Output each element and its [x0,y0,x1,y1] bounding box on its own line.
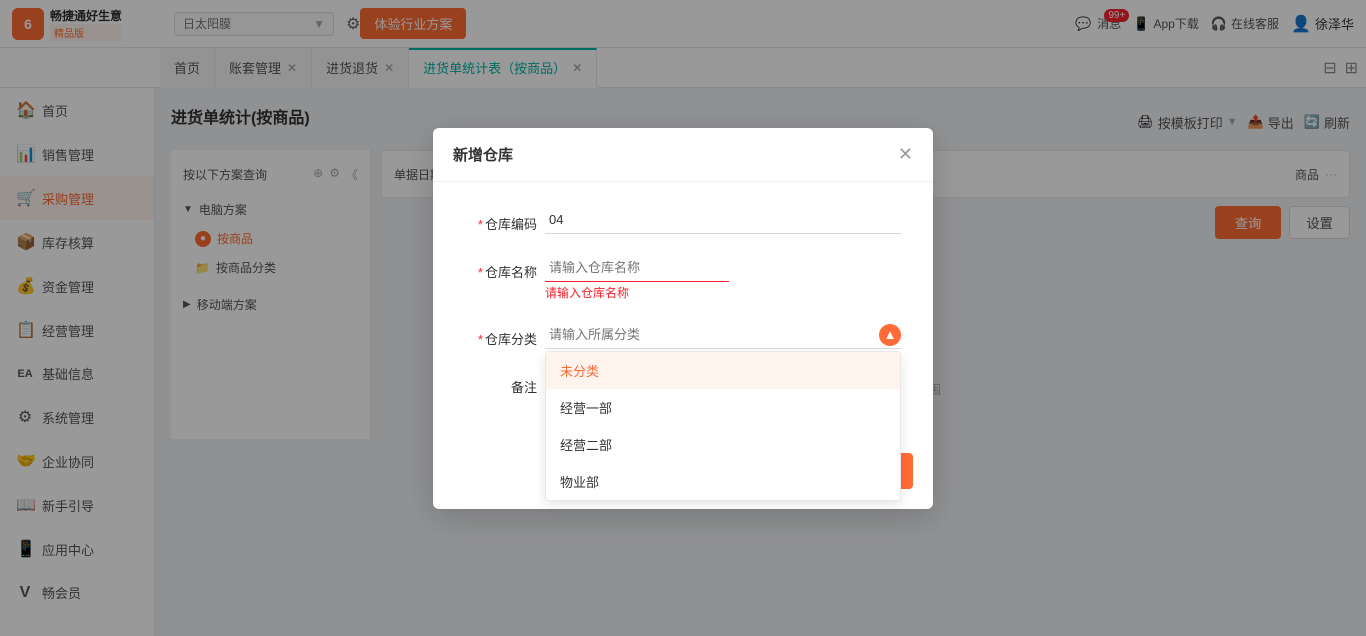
category-select-wrapper: ▲ 未分类 经营一部 经营二部 物业部 [545,321,901,349]
name-label: *仓库名称 [465,254,545,281]
warehouse-code-input[interactable] [545,206,901,234]
modal-title: 新增仓库 [453,144,513,165]
chevron-up-icon: ▲ [884,327,897,342]
code-label: *仓库编码 [465,206,545,233]
form-row-code: *仓库编码 [465,206,901,234]
dropdown-item-1-label: 经营一部 [560,401,612,416]
category-label: *仓库分类 [465,321,545,348]
warehouse-name-input[interactable] [545,254,729,282]
category-input[interactable] [545,321,901,349]
modal-close-button[interactable]: ✕ [898,144,913,165]
dropdown-item-2[interactable]: 经营二部 [546,426,900,463]
modal-body: *仓库编码 *仓库名称 请输入仓库名称 [433,182,933,441]
dropdown-item-3-label: 物业部 [560,475,599,490]
note-label: 备注 [465,369,545,396]
modal-header: 新增仓库 ✕ [433,128,933,182]
dropdown-item-3[interactable]: 物业部 [546,463,900,500]
form-row-category: *仓库分类 ▲ 未分类 经营一部 [465,321,901,349]
category-dropdown: 未分类 经营一部 经营二部 物业部 [545,351,901,501]
new-warehouse-modal: 新增仓库 ✕ *仓库编码 *仓库名称 [433,128,933,509]
dropdown-item-1[interactable]: 经营一部 [546,389,900,426]
category-toggle-button[interactable]: ▲ [879,324,901,346]
form-row-name: *仓库名称 请输入仓库名称 [465,254,901,301]
dropdown-item-0-label: 未分类 [560,364,599,379]
dropdown-item-0[interactable]: 未分类 [546,352,900,389]
dropdown-item-2-label: 经营二部 [560,438,612,453]
modal-overlay[interactable]: 新增仓库 ✕ *仓库编码 *仓库名称 [0,0,1366,636]
name-error-msg: 请输入仓库名称 [545,284,629,301]
name-input-wrapper [545,254,901,282]
